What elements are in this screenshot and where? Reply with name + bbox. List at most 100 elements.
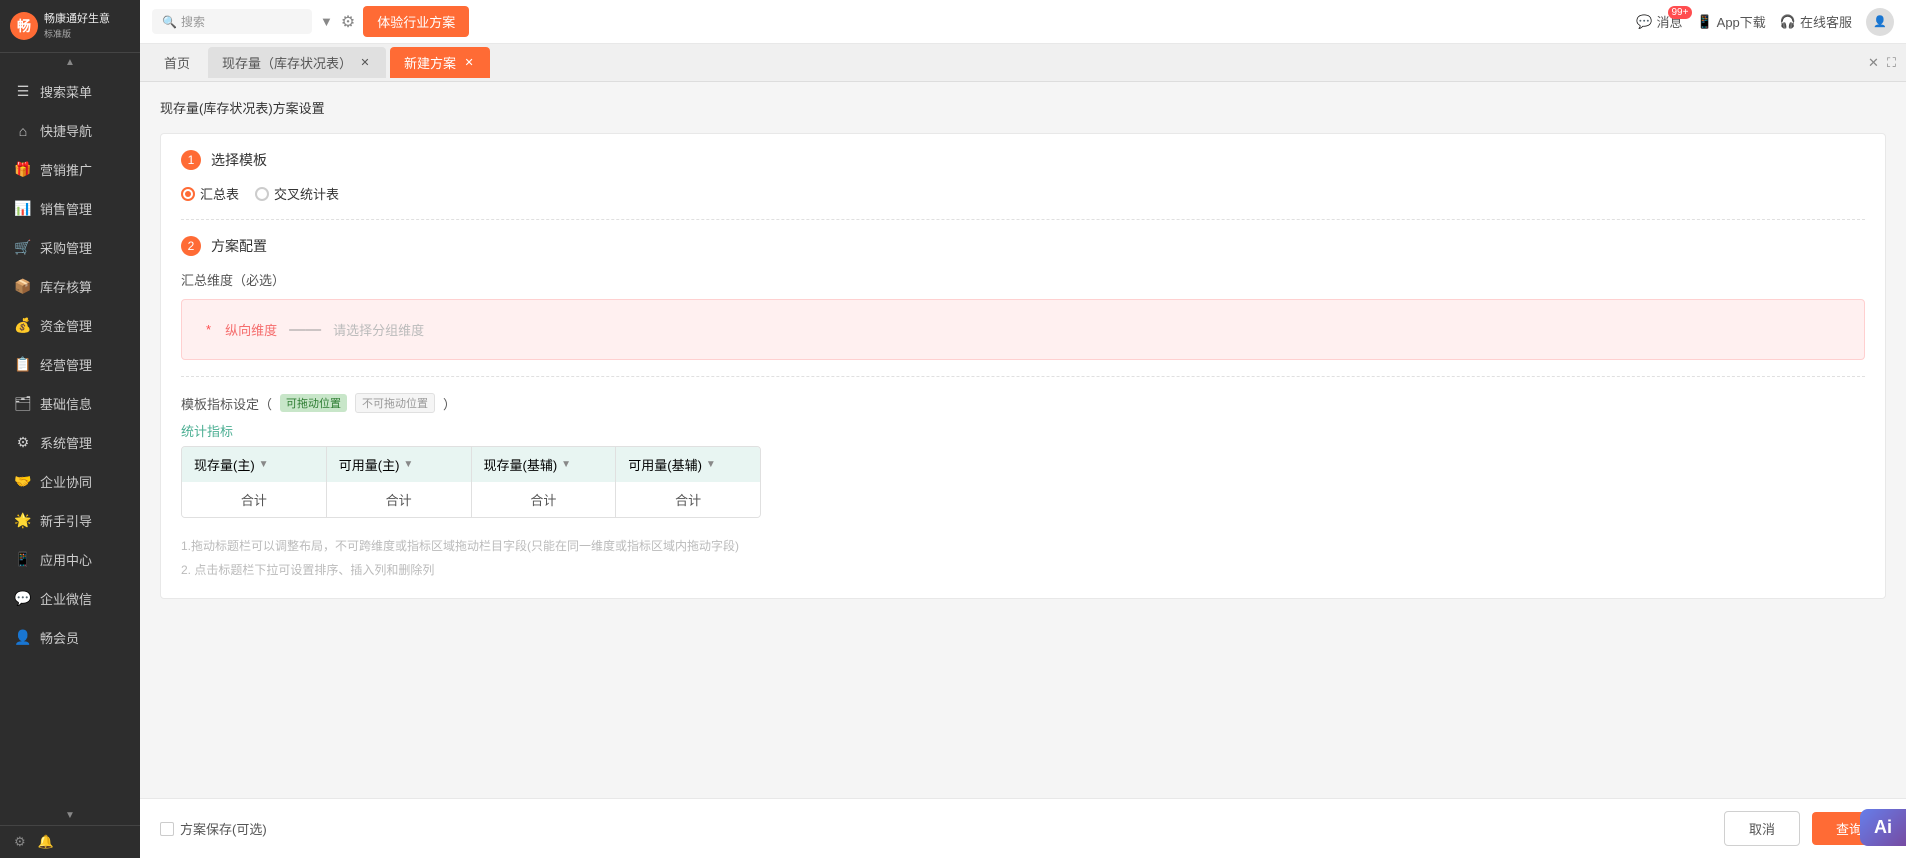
user-avatar[interactable]: 👤 <box>1866 8 1894 36</box>
stats-col-2: 现存量(基辅) ▼ <box>472 447 617 482</box>
sidebar-item-basic-info[interactable]: 🗂 基础信息 <box>0 384 140 423</box>
expand-icon[interactable]: ⛶ <box>1887 55 1896 71</box>
radio-cross-dot <box>255 187 269 201</box>
sidebar-item-label: 应用中心 <box>40 550 92 569</box>
step2-header: 2 方案配置 <box>181 236 1865 256</box>
topbar-right: 💬 消息 99+ 📱 App下载 🎧 在线客服 👤 <box>1636 8 1894 36</box>
template-radio-group: 汇总表 交叉统计表 <box>181 184 1865 203</box>
step2-num: 2 <box>181 236 201 256</box>
topbar-settings-icon[interactable]: ⚙ <box>341 12 355 32</box>
tabbar: 首页 现存量（库存状况表） ✕ 新建方案 ✕ ✕ ⛶ <box>140 44 1906 82</box>
sidebar-item-label: 经营管理 <box>40 355 92 374</box>
sidebar-item-sales[interactable]: 📊 销售管理 <box>0 189 140 228</box>
content-area: 现存量(库存状况表)方案设置 1 选择模板 汇总表 交叉统计表 <box>140 82 1906 798</box>
app-name: 畅康通好生意 <box>44 12 110 26</box>
dimension-section-label: 汇总维度（必选） <box>181 270 1865 289</box>
cancel-button[interactable]: 取消 <box>1724 811 1800 846</box>
step-divider-2 <box>181 376 1865 377</box>
search-area[interactable]: 🔍 搜索 <box>152 9 312 34</box>
sidebar-item-corp-agreement[interactable]: 🤝 企业协同 <box>0 462 140 501</box>
basic-info-icon: 🗂 <box>14 395 32 413</box>
step1-title: 选择模板 <box>211 150 267 170</box>
topbar: 🔍 搜索 ▼ ⚙ 体验行业方案 💬 消息 99+ 📱 App下载 🎧 在线客服 … <box>140 0 1906 44</box>
sidebar-item-label: 资金管理 <box>40 316 92 335</box>
marketing-icon: 🎁 <box>14 161 32 179</box>
tab-new-scheme-label: 新建方案 <box>404 53 456 72</box>
sidebar-item-new-guide[interactable]: 🌟 新手引导 <box>0 501 140 540</box>
step1-header: 1 选择模板 <box>181 150 1865 170</box>
sidebar: 畅 畅康通好生意 标准版 ▲ ☰ 搜索菜单 ⌂ 快捷导航 🎁 营销推广 📊 销售… <box>0 0 140 858</box>
stats-cell-1: 合计 <box>327 482 472 517</box>
stats-table: 现存量(主) ▼ 可用量(主) ▼ 现存量(基辅) ▼ <box>181 446 761 518</box>
save-checkbox-box <box>160 822 174 836</box>
stats-col-1-dropdown[interactable]: ▼ <box>403 459 413 470</box>
stats-col-2-dropdown[interactable]: ▼ <box>561 459 571 470</box>
sidebar-scroll-up[interactable]: ▲ <box>0 53 140 72</box>
sales-icon: 📊 <box>14 200 32 218</box>
sidebar-item-quick-nav[interactable]: ⌂ 快捷导航 <box>0 111 140 150</box>
search-icon: 🔍 <box>162 15 177 29</box>
page-title: 现存量(库存状况表)方案设置 <box>160 98 1886 117</box>
radio-cross[interactable]: 交叉统计表 <box>255 184 339 203</box>
radio-summary[interactable]: 汇总表 <box>181 184 239 203</box>
dimension-box[interactable]: * 纵向维度 —— 请选择分组维度 <box>181 299 1865 360</box>
stats-col-3-dropdown[interactable]: ▼ <box>706 459 716 470</box>
topbar-dropdown-icon[interactable]: ▼ <box>320 14 333 29</box>
member-icon: 👤 <box>14 629 32 647</box>
tab-home[interactable]: 首页 <box>150 47 204 78</box>
industry-btn[interactable]: 体验行业方案 <box>363 6 469 37</box>
indicator-label-prefix: 模板指标设定（ <box>181 394 272 413</box>
tab-inventory-status[interactable]: 现存量（库存状况表） ✕ <box>208 47 386 78</box>
messages-badge: 99+ <box>1668 6 1693 19</box>
stats-cell-3: 合计 <box>616 482 760 517</box>
sidebar-item-app-center[interactable]: 📱 应用中心 <box>0 540 140 579</box>
sidebar-item-operations[interactable]: 📋 经营管理 <box>0 345 140 384</box>
stats-cell-2: 合计 <box>472 482 617 517</box>
app-download-icon: 📱 <box>1696 14 1712 30</box>
ai-badge[interactable]: Ai <box>1860 809 1906 846</box>
system-icon: ⚙ <box>14 434 32 452</box>
operations-icon: 📋 <box>14 356 32 374</box>
sidebar-item-label: 新手引导 <box>40 511 92 530</box>
sidebar-settings-icon[interactable]: ⚙ <box>14 834 26 850</box>
tips-box: 1.拖动标题栏可以调整布局，不可跨维度或指标区域拖动栏目字段(只能在同一维度或指… <box>181 534 1865 582</box>
app-version: 标准版 <box>44 27 110 40</box>
app-download-btn[interactable]: 📱 App下载 <box>1696 12 1765 31</box>
save-checkbox-label: 方案保存(可选) <box>180 819 267 838</box>
tab-new-scheme-close[interactable]: ✕ <box>462 56 476 70</box>
sidebar-item-corp-wechat[interactable]: 💬 企业微信 <box>0 579 140 618</box>
sidebar-item-label: 系统管理 <box>40 433 92 452</box>
messages-btn[interactable]: 💬 消息 99+ <box>1636 12 1682 31</box>
sidebar-item-label: 快捷导航 <box>40 121 92 140</box>
required-mark: * <box>206 322 211 337</box>
step2-title: 方案配置 <box>211 236 267 256</box>
sidebar-scroll-down[interactable]: ▼ <box>0 806 140 825</box>
save-checkbox[interactable]: 方案保存(可选) <box>160 819 267 838</box>
sidebar-bell-icon[interactable]: 🔔 <box>38 834 54 850</box>
sidebar-item-search-menu[interactable]: ☰ 搜索菜单 <box>0 72 140 111</box>
stats-col-0-dropdown[interactable]: ▼ <box>259 459 269 470</box>
app-center-icon: 📱 <box>14 551 32 569</box>
sidebar-item-purchase[interactable]: 🛒 采购管理 <box>0 228 140 267</box>
tab-inventory-status-close[interactable]: ✕ <box>358 56 372 70</box>
stats-section-label: 统计指标 <box>181 421 1865 440</box>
app-logo-icon: 畅 <box>10 12 38 40</box>
search-menu-icon: ☰ <box>14 83 32 101</box>
online-service-btn[interactable]: 🎧 在线客服 <box>1780 12 1852 31</box>
topbar-left: 🔍 搜索 ▼ ⚙ 体验行业方案 <box>152 6 1628 37</box>
sidebar-logo: 畅 畅康通好生意 标准版 <box>0 0 140 53</box>
sidebar-item-label: 库存核算 <box>40 277 92 296</box>
stats-table-body: 合计 合计 合计 合计 <box>182 482 760 517</box>
sidebar-item-label: 销售管理 <box>40 199 92 218</box>
sidebar-item-label: 基础信息 <box>40 394 92 413</box>
sidebar-item-system[interactable]: ⚙ 系统管理 <box>0 423 140 462</box>
sidebar-item-marketing[interactable]: 🎁 营销推广 <box>0 150 140 189</box>
close-panel-icon[interactable]: ✕ <box>1868 55 1879 71</box>
search-placeholder: 搜索 <box>181 13 205 30</box>
sidebar-item-finance[interactable]: 💰 资金管理 <box>0 306 140 345</box>
tab-new-scheme[interactable]: 新建方案 ✕ <box>390 47 490 78</box>
stats-col-3-label: 可用量(基辅) <box>628 455 702 474</box>
tip-2: 2. 点击标题栏下拉可设置排序、插入列和删除列 <box>181 558 1865 582</box>
sidebar-item-inventory[interactable]: 📦 库存核算 <box>0 267 140 306</box>
sidebar-item-member[interactable]: 👤 畅会员 <box>0 618 140 657</box>
